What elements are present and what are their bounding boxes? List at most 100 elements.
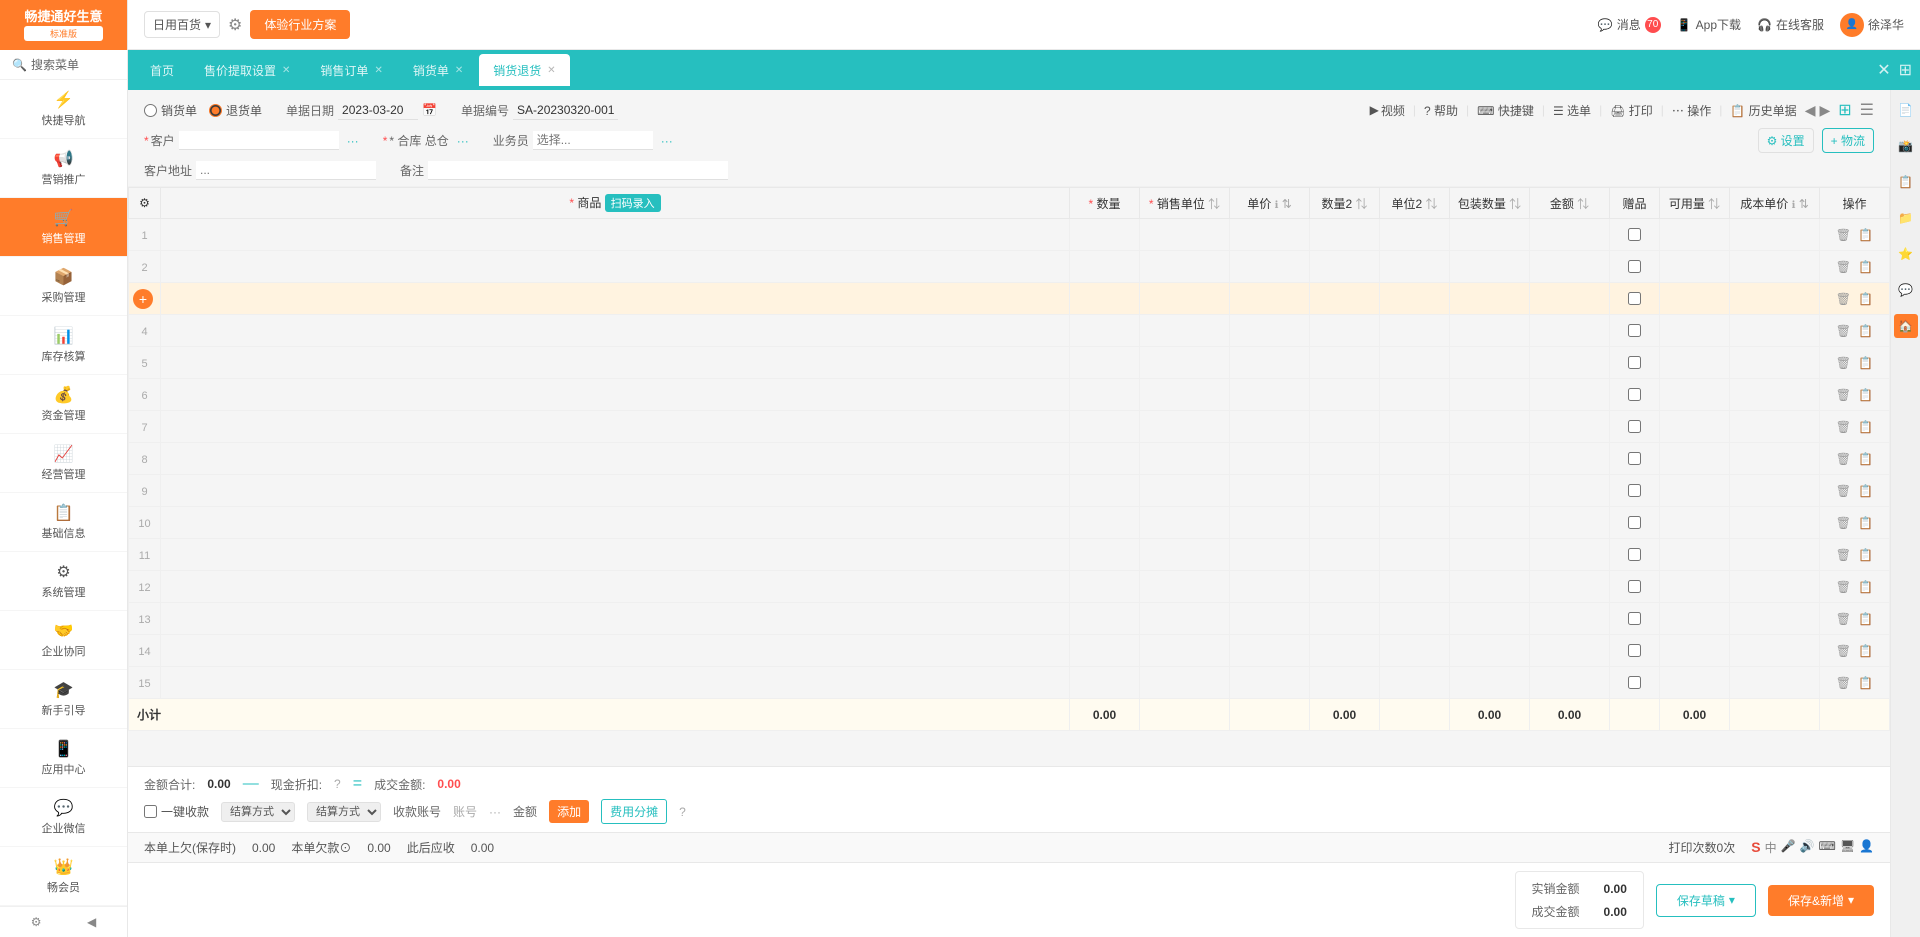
gift-checkbox-5[interactable] bbox=[1628, 356, 1641, 369]
copy-row-7[interactable]: 📋 bbox=[1858, 420, 1873, 434]
settings-icon[interactable]: ⚙ bbox=[31, 915, 42, 929]
row-gift-8[interactable] bbox=[1610, 443, 1660, 475]
row-unit-1[interactable] bbox=[1140, 219, 1230, 251]
row-unit-7[interactable] bbox=[1140, 411, 1230, 443]
row-packqty-13[interactable] bbox=[1450, 603, 1530, 635]
discount-help-icon[interactable]: ? bbox=[334, 777, 341, 791]
tab-home[interactable]: 首页 bbox=[136, 54, 188, 86]
experience-button[interactable]: 体验行业方案 bbox=[250, 10, 350, 39]
row-product-10[interactable] bbox=[161, 507, 1070, 539]
row-qty2-11[interactable] bbox=[1310, 539, 1380, 571]
copy-row-1[interactable]: 📋 bbox=[1858, 228, 1873, 242]
row-unit2-2[interactable] bbox=[1380, 251, 1450, 283]
row-gift-2[interactable] bbox=[1610, 251, 1660, 283]
tab-close-sales-return[interactable]: ✕ bbox=[547, 65, 555, 76]
row-packqty-11[interactable] bbox=[1450, 539, 1530, 571]
row-gift-11[interactable] bbox=[1610, 539, 1660, 571]
save-new-button[interactable]: 保存&新增 ▾ bbox=[1768, 885, 1874, 916]
tab-sales-order[interactable]: 销售订单✕ bbox=[306, 54, 396, 86]
row-unit-6[interactable] bbox=[1140, 379, 1230, 411]
row-packqty-10[interactable] bbox=[1450, 507, 1530, 539]
staff-input[interactable] bbox=[533, 131, 653, 150]
sidebar-item-finance[interactable]: 💰资金管理 bbox=[0, 375, 127, 434]
row-unit2-13[interactable] bbox=[1380, 603, 1450, 635]
delete-row-12[interactable]: 🗑 bbox=[1836, 580, 1851, 594]
row-available-11[interactable] bbox=[1660, 539, 1730, 571]
row-amount-1[interactable] bbox=[1530, 219, 1610, 251]
row-available-6[interactable] bbox=[1660, 379, 1730, 411]
fee-split-button[interactable]: 费用分摊 bbox=[601, 799, 667, 824]
message-item[interactable]: 💬 消息 70 bbox=[1598, 16, 1661, 33]
add-item-button[interactable]: 添加 bbox=[549, 800, 589, 823]
row-packqty-12[interactable] bbox=[1450, 571, 1530, 603]
row-product-12[interactable] bbox=[161, 571, 1070, 603]
radio-return[interactable]: 退货单 bbox=[209, 102, 262, 119]
row-gift-15[interactable] bbox=[1610, 667, 1660, 699]
row-price-3[interactable] bbox=[1230, 283, 1310, 315]
gift-checkbox-13[interactable] bbox=[1628, 612, 1641, 625]
tab-sales-delivery[interactable]: 销货单✕ bbox=[399, 54, 477, 86]
delete-row-4[interactable]: 🗑 bbox=[1836, 324, 1851, 338]
row-available-9[interactable] bbox=[1660, 475, 1730, 507]
delete-row-2[interactable]: 🗑 bbox=[1836, 260, 1851, 274]
copy-row-11[interactable]: 📋 bbox=[1858, 548, 1873, 562]
row-qty-3[interactable] bbox=[1070, 283, 1140, 315]
row-gift-1[interactable] bbox=[1610, 219, 1660, 251]
sidebar-item-basic[interactable]: 📋基础信息 bbox=[0, 493, 127, 552]
row-unit2-5[interactable] bbox=[1380, 347, 1450, 379]
row-gift-10[interactable] bbox=[1610, 507, 1660, 539]
staff-select-btn[interactable]: ··· bbox=[661, 134, 673, 148]
gift-checkbox-1[interactable] bbox=[1628, 228, 1641, 241]
search-menu[interactable]: 🔍 搜索菜单 bbox=[0, 50, 127, 80]
next-arrow[interactable]: ▶ bbox=[1819, 102, 1830, 119]
rp-icon-7[interactable]: 🏠 bbox=[1894, 314, 1918, 338]
row-product-11[interactable] bbox=[161, 539, 1070, 571]
list-view-btn[interactable]: ☰ bbox=[1860, 100, 1874, 120]
row-unit2-3[interactable] bbox=[1380, 283, 1450, 315]
row-price-1[interactable] bbox=[1230, 219, 1310, 251]
row-gift-6[interactable] bbox=[1610, 379, 1660, 411]
sidebar-item-shortcut[interactable]: ⚡快捷导航 bbox=[0, 80, 127, 139]
tab-close-sales-delivery[interactable]: ✕ bbox=[455, 65, 463, 76]
row-unit-13[interactable] bbox=[1140, 603, 1230, 635]
row-unit-15[interactable] bbox=[1140, 667, 1230, 699]
gift-checkbox-6[interactable] bbox=[1628, 388, 1641, 401]
row-packqty-6[interactable] bbox=[1450, 379, 1530, 411]
row-available-12[interactable] bbox=[1660, 571, 1730, 603]
row-gift-14[interactable] bbox=[1610, 635, 1660, 667]
video-btn[interactable]: ▶ 视频 bbox=[1370, 102, 1405, 119]
row-available-3[interactable] bbox=[1660, 283, 1730, 315]
copy-row-10[interactable]: 📋 bbox=[1858, 516, 1873, 530]
save-draft-button[interactable]: 保存草稿 ▾ bbox=[1656, 884, 1756, 917]
close-tab-icon[interactable]: ✕ bbox=[1877, 60, 1890, 80]
row-unit2-7[interactable] bbox=[1380, 411, 1450, 443]
row-amount-10[interactable] bbox=[1530, 507, 1610, 539]
row-unit2-6[interactable] bbox=[1380, 379, 1450, 411]
row-unit2-8[interactable] bbox=[1380, 443, 1450, 475]
rp-icon-1[interactable]: 📄 bbox=[1894, 98, 1918, 122]
copy-row-3[interactable]: 📋 bbox=[1858, 292, 1873, 306]
layout-icon[interactable]: ⊞ bbox=[1899, 60, 1912, 80]
user-item[interactable]: 👤 徐泽华 bbox=[1840, 13, 1904, 37]
customer-input[interactable] bbox=[179, 131, 339, 150]
help-btn[interactable]: ? 帮助 bbox=[1424, 102, 1458, 119]
row-unit-9[interactable] bbox=[1140, 475, 1230, 507]
row-amount-8[interactable] bbox=[1530, 443, 1610, 475]
copy-row-12[interactable]: 📋 bbox=[1858, 580, 1873, 594]
row-product-13[interactable] bbox=[161, 603, 1070, 635]
row-price-12[interactable] bbox=[1230, 571, 1310, 603]
delete-row-7[interactable]: 🗑 bbox=[1836, 420, 1851, 434]
calendar-icon[interactable]: 📅 bbox=[422, 103, 437, 117]
row-unit2-14[interactable] bbox=[1380, 635, 1450, 667]
rp-icon-4[interactable]: 📁 bbox=[1894, 206, 1918, 230]
row-qty2-9[interactable] bbox=[1310, 475, 1380, 507]
customer-select-btn[interactable]: ··· bbox=[347, 134, 359, 148]
row-price-2[interactable] bbox=[1230, 251, 1310, 283]
scan-button[interactable]: 扫码录入 bbox=[605, 194, 661, 212]
copy-row-6[interactable]: 📋 bbox=[1858, 388, 1873, 402]
one-click-pay-checkbox[interactable]: 一键收款 bbox=[144, 803, 209, 820]
row-amount-12[interactable] bbox=[1530, 571, 1610, 603]
delete-row-5[interactable]: 🗑 bbox=[1836, 356, 1851, 370]
rp-icon-3[interactable]: 📋 bbox=[1894, 170, 1918, 194]
row-price-7[interactable] bbox=[1230, 411, 1310, 443]
